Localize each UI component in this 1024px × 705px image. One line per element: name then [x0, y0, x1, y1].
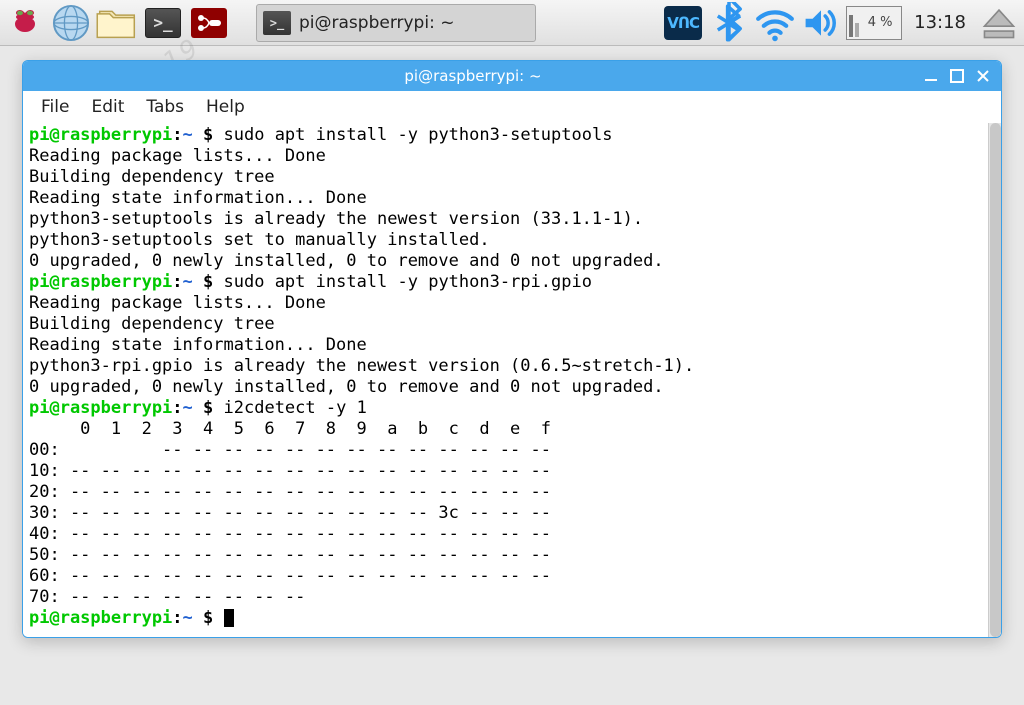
- close-button[interactable]: [973, 66, 993, 86]
- i2c-row: 30: -- -- -- -- -- -- -- -- -- -- -- -- …: [29, 503, 995, 524]
- cmd-3: i2cdetect -y 1: [224, 398, 367, 418]
- i2c-row: 50: -- -- -- -- -- -- -- -- -- -- -- -- …: [29, 545, 995, 566]
- out-line: python3-setuptools is already the newest…: [29, 209, 995, 230]
- taskbar: >_ >_ pi@raspberrypi: ~ VᑎC: [0, 0, 1024, 46]
- menu-edit[interactable]: Edit: [81, 93, 134, 121]
- scrollbar-thumb[interactable]: [990, 123, 1001, 637]
- window-titlebar[interactable]: pi@raspberrypi: ~: [23, 61, 1001, 91]
- bluetooth-tray-icon[interactable]: [708, 4, 750, 42]
- i2c-row: 00: -- -- -- -- -- -- -- -- -- -- -- -- …: [29, 440, 995, 461]
- menu-tabs[interactable]: Tabs: [136, 93, 194, 121]
- cmd-1: sudo apt install -y python3-setuptools: [224, 125, 613, 145]
- nodered-icon[interactable]: [188, 4, 230, 42]
- minimize-button[interactable]: [921, 66, 941, 86]
- out-line: Reading package lists... Done: [29, 146, 995, 167]
- menu-file[interactable]: File: [31, 93, 79, 121]
- wifi-tray-icon[interactable]: [754, 4, 796, 42]
- cpu-percent-label: 4 %: [868, 15, 893, 30]
- cmd-2: sudo apt install -y python3-rpi.gpio: [224, 272, 592, 292]
- raspberry-menu-icon[interactable]: [4, 4, 46, 42]
- out-line: python3-rpi.gpio is already the newest v…: [29, 356, 995, 377]
- out-line: python3-setuptools set to manually insta…: [29, 230, 995, 251]
- cpu-usage-widget[interactable]: 4 %: [846, 6, 902, 40]
- terminal-window: pi@raspberrypi: ~ File Edit Tabs Help pi…: [22, 60, 1002, 638]
- clock[interactable]: 13:18: [906, 12, 974, 33]
- out-line: 0 upgraded, 0 newly installed, 0 to remo…: [29, 251, 995, 272]
- scrollbar[interactable]: [988, 123, 1002, 637]
- i2c-header: 0 1 2 3 4 5 6 7 8 9 a b c d e f: [29, 419, 995, 440]
- terminal-mini-icon: >_: [263, 11, 291, 35]
- i2c-row: 10: -- -- -- -- -- -- -- -- -- -- -- -- …: [29, 461, 995, 482]
- terminal-launcher-icon[interactable]: >_: [142, 4, 184, 42]
- vnc-tray-icon[interactable]: VᑎC: [662, 4, 704, 42]
- i2c-row: 70: -- -- -- -- -- -- -- --: [29, 587, 995, 608]
- menu-help[interactable]: Help: [196, 93, 255, 121]
- i2c-row: 40: -- -- -- -- -- -- -- -- -- -- -- -- …: [29, 524, 995, 545]
- out-line: Reading state information... Done: [29, 335, 995, 356]
- i2c-row: 60: -- -- -- -- -- -- -- -- -- -- -- -- …: [29, 566, 995, 587]
- file-manager-icon[interactable]: [96, 4, 138, 42]
- taskbar-app-label: pi@raspberrypi: ~: [299, 13, 454, 33]
- browser-icon[interactable]: [50, 4, 92, 42]
- terminal-body[interactable]: pi@raspberrypi:~ $ sudo apt install -y p…: [23, 123, 1001, 637]
- volume-tray-icon[interactable]: [800, 4, 842, 42]
- taskbar-app-button[interactable]: >_ pi@raspberrypi: ~: [256, 4, 536, 42]
- out-line: Reading package lists... Done: [29, 293, 995, 314]
- eject-tray-icon[interactable]: [978, 4, 1020, 42]
- out-line: Reading state information... Done: [29, 188, 995, 209]
- i2c-row: 20: -- -- -- -- -- -- -- -- -- -- -- -- …: [29, 482, 995, 503]
- out-line: Building dependency tree: [29, 167, 995, 188]
- maximize-button[interactable]: [947, 66, 967, 86]
- window-title: pi@raspberrypi: ~: [31, 67, 915, 85]
- out-line: 0 upgraded, 0 newly installed, 0 to remo…: [29, 377, 995, 398]
- menubar: File Edit Tabs Help: [23, 91, 1001, 123]
- out-line: Building dependency tree: [29, 314, 995, 335]
- cursor: [224, 609, 234, 627]
